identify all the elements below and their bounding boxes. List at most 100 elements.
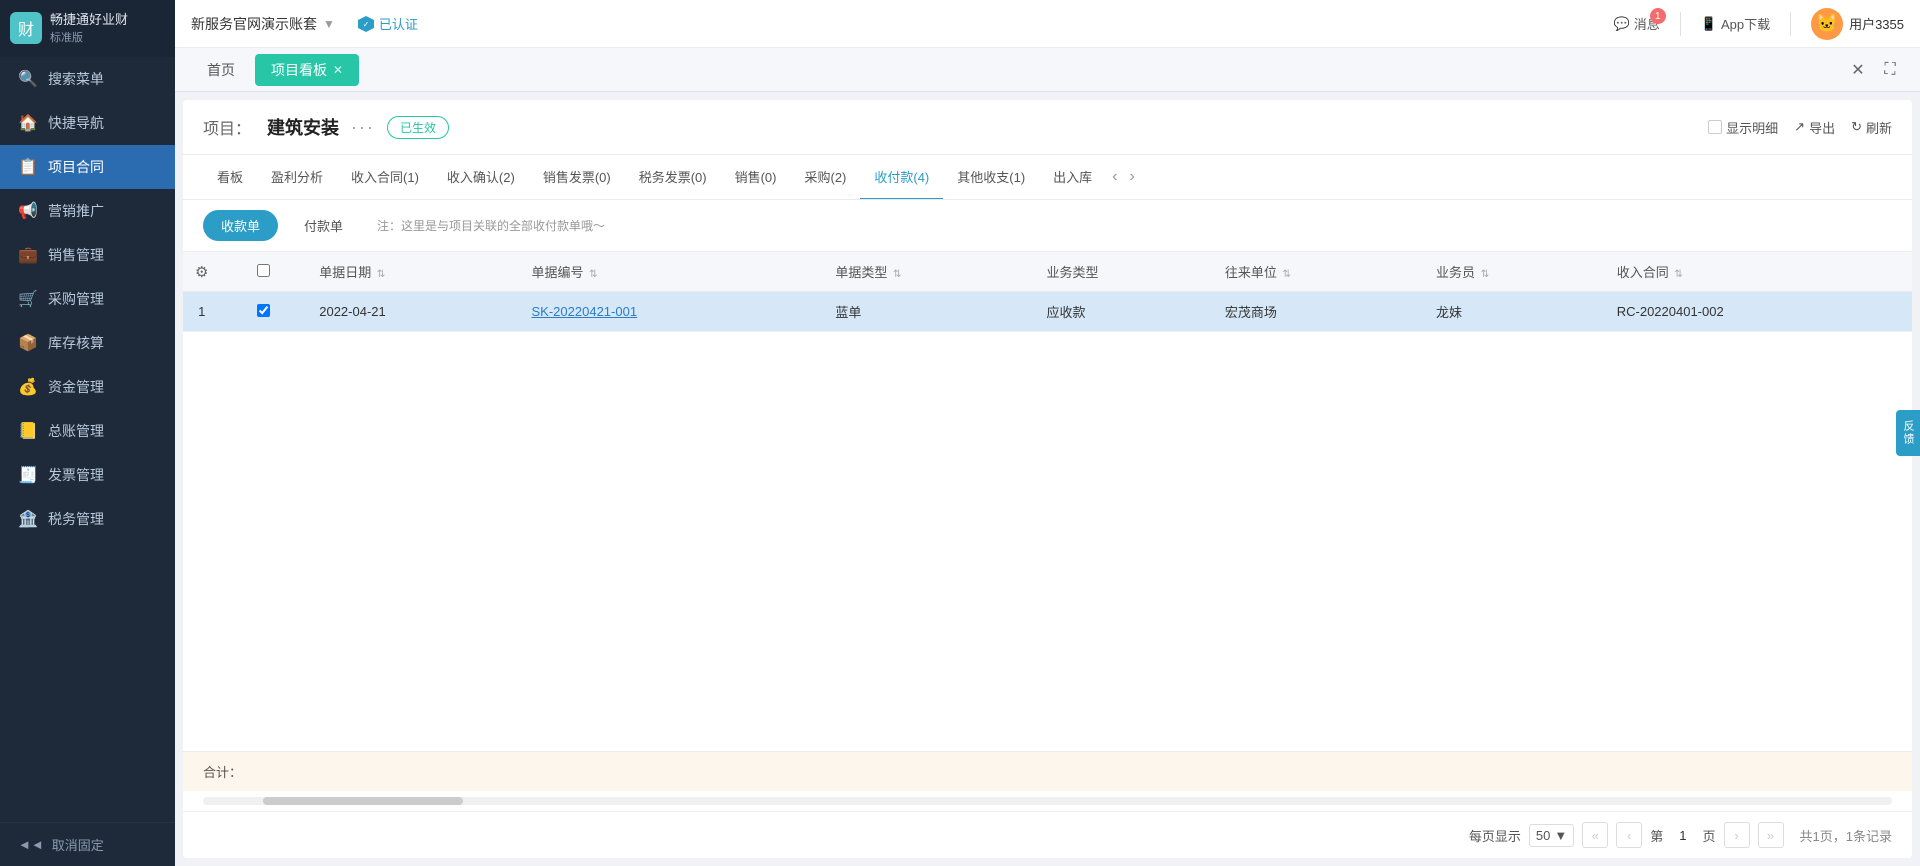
secondary-tabs: 收款单 付款单 注：这里是与项目关联的全部收付款单哦～: [183, 200, 1912, 252]
more-options-icon[interactable]: ···: [351, 117, 375, 138]
sidebar: 财 畅捷通好业财 标准版 🔍 搜索菜单 🏠 快捷导航 📋 项目合同 📢 营销推广…: [0, 0, 175, 866]
sidebar-item-finance[interactable]: 💰 资金管理: [0, 365, 175, 409]
sidebar-item-sales[interactable]: 💼 销售管理: [0, 233, 175, 277]
subnav-next-arrow[interactable]: ›: [1124, 160, 1141, 194]
refresh-icon: ↻: [1851, 119, 1862, 135]
tab-home-label: 首页: [207, 60, 235, 80]
row-checkbox[interactable]: [257, 304, 270, 317]
sidebar-item-invoice[interactable]: 🧾 发票管理: [0, 453, 175, 497]
th-income-contract[interactable]: 收入合同 ⇅: [1605, 252, 1912, 292]
app-edition: 标准版: [50, 29, 128, 45]
subnav-profit[interactable]: 盈利分析: [257, 155, 337, 200]
maximize-window-button[interactable]: ⛶: [1876, 56, 1904, 84]
subnav-inout[interactable]: 出入库: [1039, 155, 1106, 200]
sidebar-item-tax[interactable]: 🏦 税务管理: [0, 497, 175, 541]
partner-sort-icon[interactable]: ⇅: [1283, 269, 1291, 280]
prev-page-button[interactable]: ‹: [1616, 822, 1642, 848]
sidebar-unpin[interactable]: ◄◄ 取消固定: [0, 822, 175, 866]
row-number[interactable]: SK-20220421-001: [520, 292, 824, 332]
salesperson-sort-icon[interactable]: ⇅: [1481, 269, 1489, 280]
export-button[interactable]: ↗ 导出: [1794, 118, 1835, 137]
sidebar-item-label: 快捷导航: [48, 113, 104, 133]
show-detail-label: 显示明细: [1726, 118, 1778, 137]
subnav-payment[interactable]: 收付款(4): [860, 155, 943, 200]
message-button[interactable]: 💬 消息 1: [1614, 14, 1660, 33]
th-checkbox[interactable]: [220, 252, 307, 292]
column-settings-icon[interactable]: ⚙: [195, 264, 208, 281]
sidebar-item-purchase[interactable]: 🛒 采购管理: [0, 277, 175, 321]
refresh-button[interactable]: ↻ 刷新: [1851, 118, 1892, 137]
subnav-kanban[interactable]: 看板: [203, 155, 257, 200]
table-row[interactable]: 1 2022-04-21 SK-20220421-001 蓝单 应收款 宏茂商场…: [183, 292, 1912, 332]
project-label: 项目：: [203, 115, 251, 139]
sidebar-item-marketing[interactable]: 📢 营销推广: [0, 189, 175, 233]
th-settings[interactable]: ⚙: [183, 252, 220, 292]
th-number[interactable]: 单据编号 ⇅: [520, 252, 824, 292]
unpin-icon: ◄◄: [18, 837, 44, 852]
app-download-button[interactable]: 📱 App下载: [1701, 14, 1770, 33]
data-table: ⚙ 单据日期 ⇅ 单据编号 ⇅: [183, 252, 1912, 332]
export-icon: ↗: [1794, 119, 1805, 135]
last-page-icon: »: [1767, 828, 1774, 843]
th-date[interactable]: 单据日期 ⇅: [307, 252, 519, 292]
subnav-income-confirm[interactable]: 收入确认(2): [433, 155, 529, 200]
subnav-other[interactable]: 其他收支(1): [943, 155, 1039, 200]
row-partner: 宏茂商场: [1213, 292, 1424, 332]
per-page-value: 50: [1536, 828, 1550, 843]
sidebar-item-search[interactable]: 🔍 搜索菜单: [0, 57, 175, 101]
account-name[interactable]: 新服务官网演示账套: [191, 14, 317, 34]
account-chevron-icon[interactable]: ▼: [323, 17, 335, 31]
per-page-label: 每页显示: [1469, 826, 1521, 845]
horizontal-scrollbar[interactable]: [183, 791, 1912, 811]
sidebar-item-label: 采购管理: [48, 289, 104, 309]
row-type: 蓝单: [823, 292, 1034, 332]
sidebar-scroll: 🔍 搜索菜单 🏠 快捷导航 📋 项目合同 📢 营销推广 💼 销售管理 🛒 采购管…: [0, 57, 175, 822]
th-type[interactable]: 单据类型 ⇅: [823, 252, 1034, 292]
detail-checkbox[interactable]: [1708, 120, 1722, 134]
prev-page-icon: ‹: [1627, 828, 1631, 843]
subnav-prev-arrow[interactable]: ‹: [1106, 160, 1123, 194]
close-window-button[interactable]: ✕: [1844, 56, 1872, 84]
sidebar-item-label: 税务管理: [48, 509, 104, 529]
table-header-row: ⚙ 单据日期 ⇅ 单据编号 ⇅: [183, 252, 1912, 292]
sidebar-item-nav[interactable]: 🏠 快捷导航: [0, 101, 175, 145]
subnav-sales[interactable]: 销售(0): [721, 155, 791, 200]
th-partner[interactable]: 往来单位 ⇅: [1213, 252, 1424, 292]
tab-payment[interactable]: 付款单: [286, 210, 361, 241]
tab-close-icon[interactable]: ✕: [333, 63, 343, 77]
per-page-select[interactable]: 50 ▼: [1529, 824, 1574, 847]
feedback-button[interactable]: 反馈: [1896, 410, 1920, 456]
sidebar-item-project[interactable]: 📋 项目合同: [0, 145, 175, 189]
contract-sort-icon[interactable]: ⇅: [1674, 269, 1682, 280]
number-sort-icon[interactable]: ⇅: [589, 269, 597, 280]
tab-home[interactable]: 首页: [191, 54, 251, 86]
row-number-link[interactable]: SK-20220421-001: [532, 304, 638, 319]
select-all-checkbox[interactable]: [257, 264, 270, 277]
row-checkbox-cell[interactable]: [220, 292, 307, 332]
sidebar-item-ledger[interactable]: 📒 总账管理: [0, 409, 175, 453]
subnav-sales-invoice[interactable]: 销售发票(0): [529, 155, 625, 200]
subnav-purchase[interactable]: 采购(2): [790, 155, 860, 200]
subnav-tax-invoice[interactable]: 税务发票(0): [625, 155, 721, 200]
first-page-button[interactable]: «: [1582, 822, 1608, 848]
last-page-button[interactable]: »: [1758, 822, 1784, 848]
ledger-icon: 📒: [18, 421, 38, 441]
subnav-income-contract[interactable]: 收入合同(1): [337, 155, 433, 200]
unpin-label: 取消固定: [52, 835, 104, 854]
next-page-button[interactable]: ›: [1724, 822, 1750, 848]
topbar-right: 💬 消息 1 📱 App下载 🐱 用户3355: [1614, 8, 1904, 40]
app-info: 畅捷通好业财 标准版: [50, 12, 128, 45]
date-sort-icon[interactable]: ⇅: [377, 269, 385, 280]
project-actions: 显示明细 ↗ 导出 ↻ 刷新: [1708, 118, 1892, 137]
sidebar-item-inventory[interactable]: 📦 库存核算: [0, 321, 175, 365]
main-area: 新服务官网演示账套 ▼ ✓ 已认证 💬 消息 1 📱 App下载: [175, 0, 1920, 866]
type-sort-icon[interactable]: ⇅: [893, 269, 901, 280]
show-detail-toggle[interactable]: 显示明细: [1708, 118, 1778, 137]
tab-receipt[interactable]: 收款单: [203, 210, 278, 241]
th-salesperson[interactable]: 业务员 ⇅: [1424, 252, 1605, 292]
tab-project-board[interactable]: 项目看板 ✕: [255, 54, 359, 86]
app-download-label: App下载: [1721, 14, 1770, 33]
user-menu[interactable]: 🐱 用户3355: [1811, 8, 1904, 40]
row-income-contract: RC-20220401-002: [1605, 292, 1912, 332]
scrollbar-thumb[interactable]: [263, 797, 463, 805]
